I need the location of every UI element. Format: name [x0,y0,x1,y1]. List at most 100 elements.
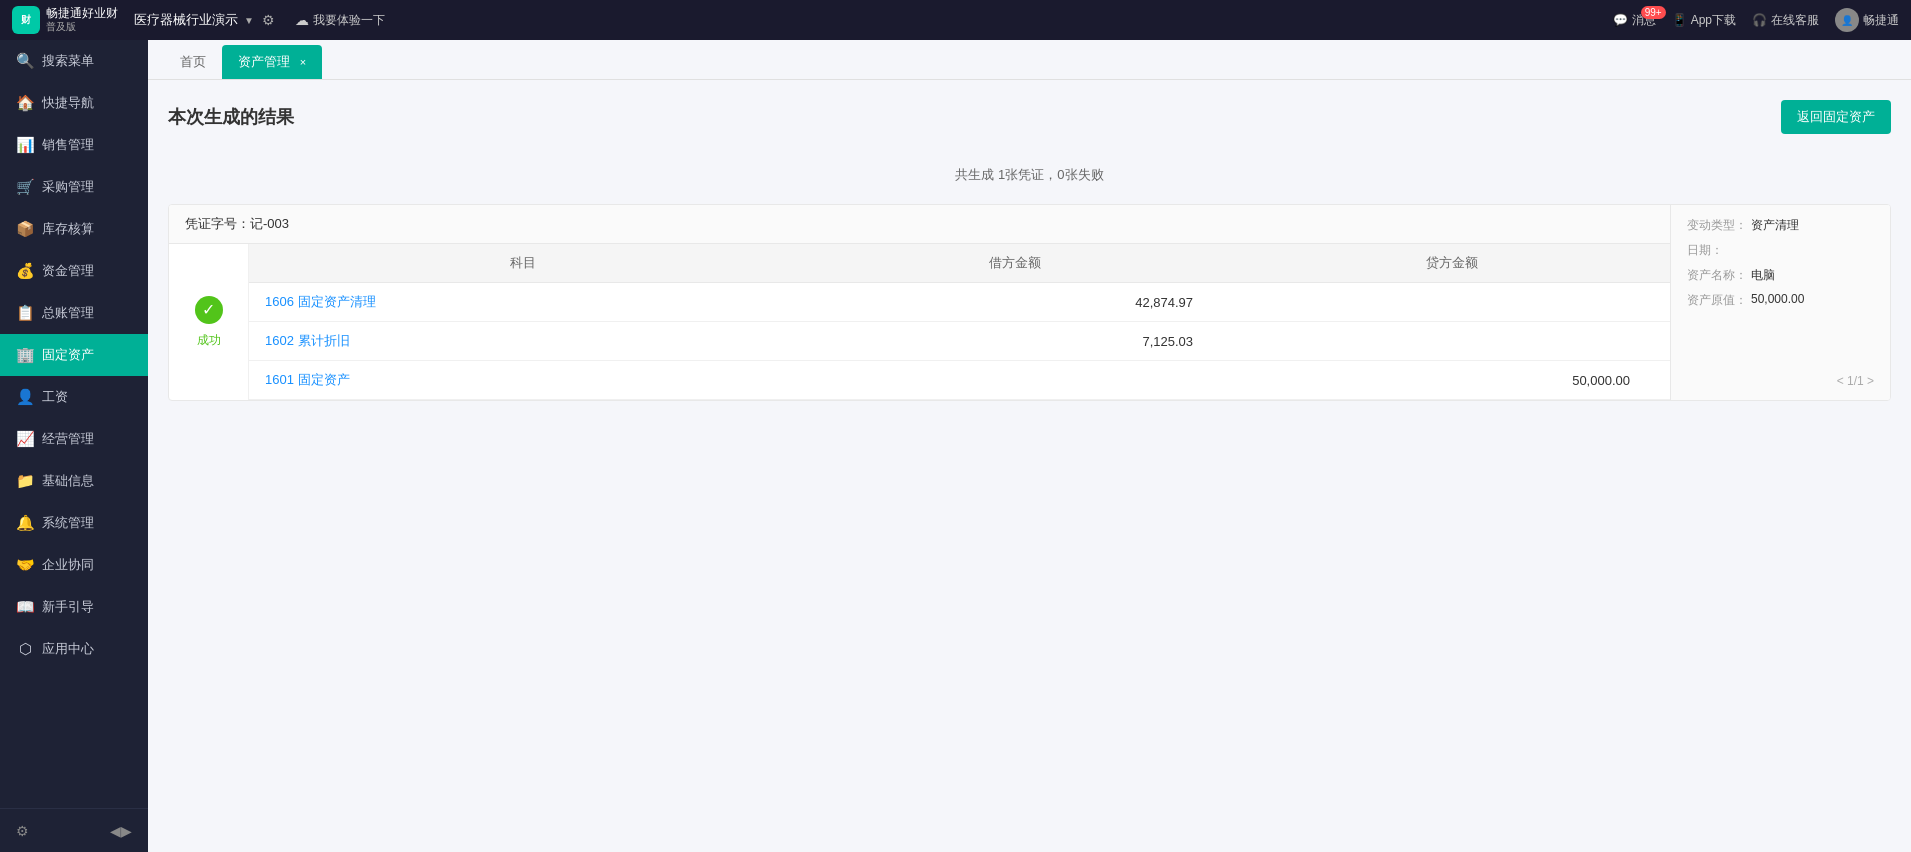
company-selector[interactable]: 医疗器械行业演示 ▼ [134,11,254,29]
sidebar-label-system: 系统管理 [42,514,94,532]
main-layout: 🔍 搜索菜单 🏠 快捷导航 📊 销售管理 🛒 采购管理 📦 库存核算 💰 [0,40,1911,852]
sidebar-label-inventory: 库存核算 [42,220,94,238]
voucher-number: 凭证字号：记-003 [185,215,289,233]
sidebar-item-inventory[interactable]: 📦 库存核算 [0,208,148,250]
sidebar-item-ledger[interactable]: 📋 总账管理 [0,292,148,334]
sidebar-item-fixed-assets[interactable]: 🏢 固定资产 [0,334,148,376]
chart-icon: 📊 [16,136,34,154]
asset-name-value: 电脑 [1751,267,1775,284]
page-content: 本次生成的结果 返回固定资产 共生成 1张凭证，0张失败 凭证字号：记-003 … [148,80,1911,852]
sidebar-label-ledger: 总账管理 [42,304,94,322]
sidebar-item-enterprise[interactable]: 🤝 企业协同 [0,544,148,586]
experience-button[interactable]: ☁ 我要体验一下 [295,12,385,29]
account-name-1: 1602 累计折旧 [249,322,796,361]
col-credit: 贷方金额 [1233,244,1670,283]
page-title: 本次生成的结果 [168,105,294,129]
sidebar-item-system[interactable]: 🔔 系统管理 [0,502,148,544]
app-edition: 普及版 [46,20,118,34]
table-column: 科目 借方金额 贷方金额 1606 固定资产清理 [249,244,1670,400]
experience-text: 我要体验一下 [313,12,385,29]
summary-bar: 共生成 1张凭证，0张失败 [168,154,1891,196]
tabs-bar: 首页 资产管理 × [148,40,1911,80]
tab-home[interactable]: 首页 [164,45,222,79]
account-code-0: 1606 [265,294,294,309]
top-bar: 财 畅捷通好业财 普及版 医疗器械行业演示 ▼ ⚙ ☁ 我要体验一下 💬 消息 … [0,0,1911,40]
account-label-1: 累计折旧 [298,333,350,348]
sidebar-label-basic-info: 基础信息 [42,472,94,490]
sidebar-label-enterprise: 企业协同 [42,556,94,574]
debit-amount-0: 42,874.97 [796,283,1233,322]
app-download-label: App下载 [1691,12,1736,29]
sidebar-item-basic-info[interactable]: 📁 基础信息 [0,460,148,502]
customer-service-label: 在线客服 [1771,12,1819,29]
sidebar-item-app-center[interactable]: ⬡ 应用中心 [0,628,148,670]
voucher-panel: 凭证字号：记-003 ✏ 修改 ✓ 成功 [168,204,1891,401]
messages-button[interactable]: 💬 消息 99+ [1613,12,1656,29]
credit-amount-1 [1233,322,1670,361]
side-info-panel: 变动类型： 资产清理 日期： 资产名称： 电脑 资产原值： 50,000.00 [1670,205,1890,400]
account-label-2: 固定资产 [298,372,350,387]
sidebar-item-finance[interactable]: 💰 资金管理 [0,250,148,292]
sidebar-item-quick-nav[interactable]: 🏠 快捷导航 [0,82,148,124]
sidebar-label-app-center: 应用中心 [42,640,94,658]
folder-icon: 📁 [16,472,34,490]
sidebar-label-finance: 资金管理 [42,262,94,280]
side-info-change-type: 变动类型： 资产清理 [1687,217,1874,234]
box-icon: 📦 [16,220,34,238]
home-icon: 🏠 [16,94,34,112]
side-info-original-value: 资产原值： 50,000.00 [1687,292,1874,309]
return-button[interactable]: 返回固定资产 [1781,100,1891,134]
cloud-icon: ☁ [295,12,309,28]
bell-icon: 🔔 [16,514,34,532]
sidebar-label-purchase: 采购管理 [42,178,94,196]
company-dropdown-icon: ▼ [244,15,254,26]
sidebar-label-search-menu: 搜索菜单 [42,52,94,70]
tab-close-icon[interactable]: × [300,56,306,68]
settings-bottom-icon[interactable]: ⚙ [16,823,29,839]
app-name: 畅捷通好业财 [46,6,118,20]
account-code-1: 1602 [265,333,294,348]
sidebar-item-payroll[interactable]: 👤 工资 [0,376,148,418]
sidebar-item-sales[interactable]: 📊 销售管理 [0,124,148,166]
success-label: 成功 [197,332,221,349]
sidebar-scroll: 🔍 搜索菜单 🏠 快捷导航 📊 销售管理 🛒 采购管理 📦 库存核算 💰 [0,40,148,808]
side-pagination: < 1/1 > [1837,374,1874,388]
app-download-button[interactable]: 📱 App下载 [1672,12,1736,29]
success-column: ✓ 成功 [169,244,249,400]
user-menu[interactable]: 👤 畅捷通 [1835,8,1899,32]
sidebar-label-management: 经营管理 [42,430,94,448]
credit-amount-2: 50,000.00 [1233,361,1670,400]
sidebar-bottom: ⚙ ◀▶ [0,808,148,852]
company-name: 医疗器械行业演示 [134,11,238,29]
pagination-text: < 1/1 > [1837,374,1874,388]
content-area: 首页 资产管理 × 本次生成的结果 返回固定资产 共生成 1张凭证，0张失败 [148,40,1911,852]
change-type-label: 变动类型： [1687,217,1747,234]
user-name: 畅捷通 [1863,12,1899,29]
original-value-value: 50,000.00 [1751,292,1804,306]
account-label-0: 固定资产清理 [298,294,376,309]
sidebar-label-quick-nav: 快捷导航 [42,94,94,112]
logo-text-group: 畅捷通好业财 普及版 [46,6,118,34]
date-label: 日期： [1687,242,1743,259]
tab-asset-management[interactable]: 资产管理 × [222,45,322,79]
asset-name-label: 资产名称： [1687,267,1747,284]
table-row: 1606 固定资产清理 42,874.97 [249,283,1670,322]
debit-amount-2 [796,361,1233,400]
messages-badge: 99+ [1641,6,1666,19]
app-download-icon: 📱 [1672,13,1687,27]
sidebar-item-purchase[interactable]: 🛒 采购管理 [0,166,148,208]
settings-gear-icon[interactable]: ⚙ [262,12,275,28]
customer-service-button[interactable]: 🎧 在线客服 [1752,12,1819,29]
person-icon: 👤 [16,388,34,406]
original-value-label: 资产原值： [1687,292,1747,309]
side-info-asset-name: 资产名称： 电脑 [1687,267,1874,284]
account-name-0: 1606 固定资产清理 [249,283,796,322]
sidebar-item-guide[interactable]: 📖 新手引导 [0,586,148,628]
avatar: 👤 [1835,8,1859,32]
collapse-icon[interactable]: ◀▶ [110,823,132,839]
account-code-2: 1601 [265,372,294,387]
book-icon: 📖 [16,598,34,616]
table-row: 1601 固定资产 50,000.00 [249,361,1670,400]
sidebar-item-management[interactable]: 📈 经营管理 [0,418,148,460]
sidebar-item-search-menu[interactable]: 🔍 搜索菜单 [0,40,148,82]
